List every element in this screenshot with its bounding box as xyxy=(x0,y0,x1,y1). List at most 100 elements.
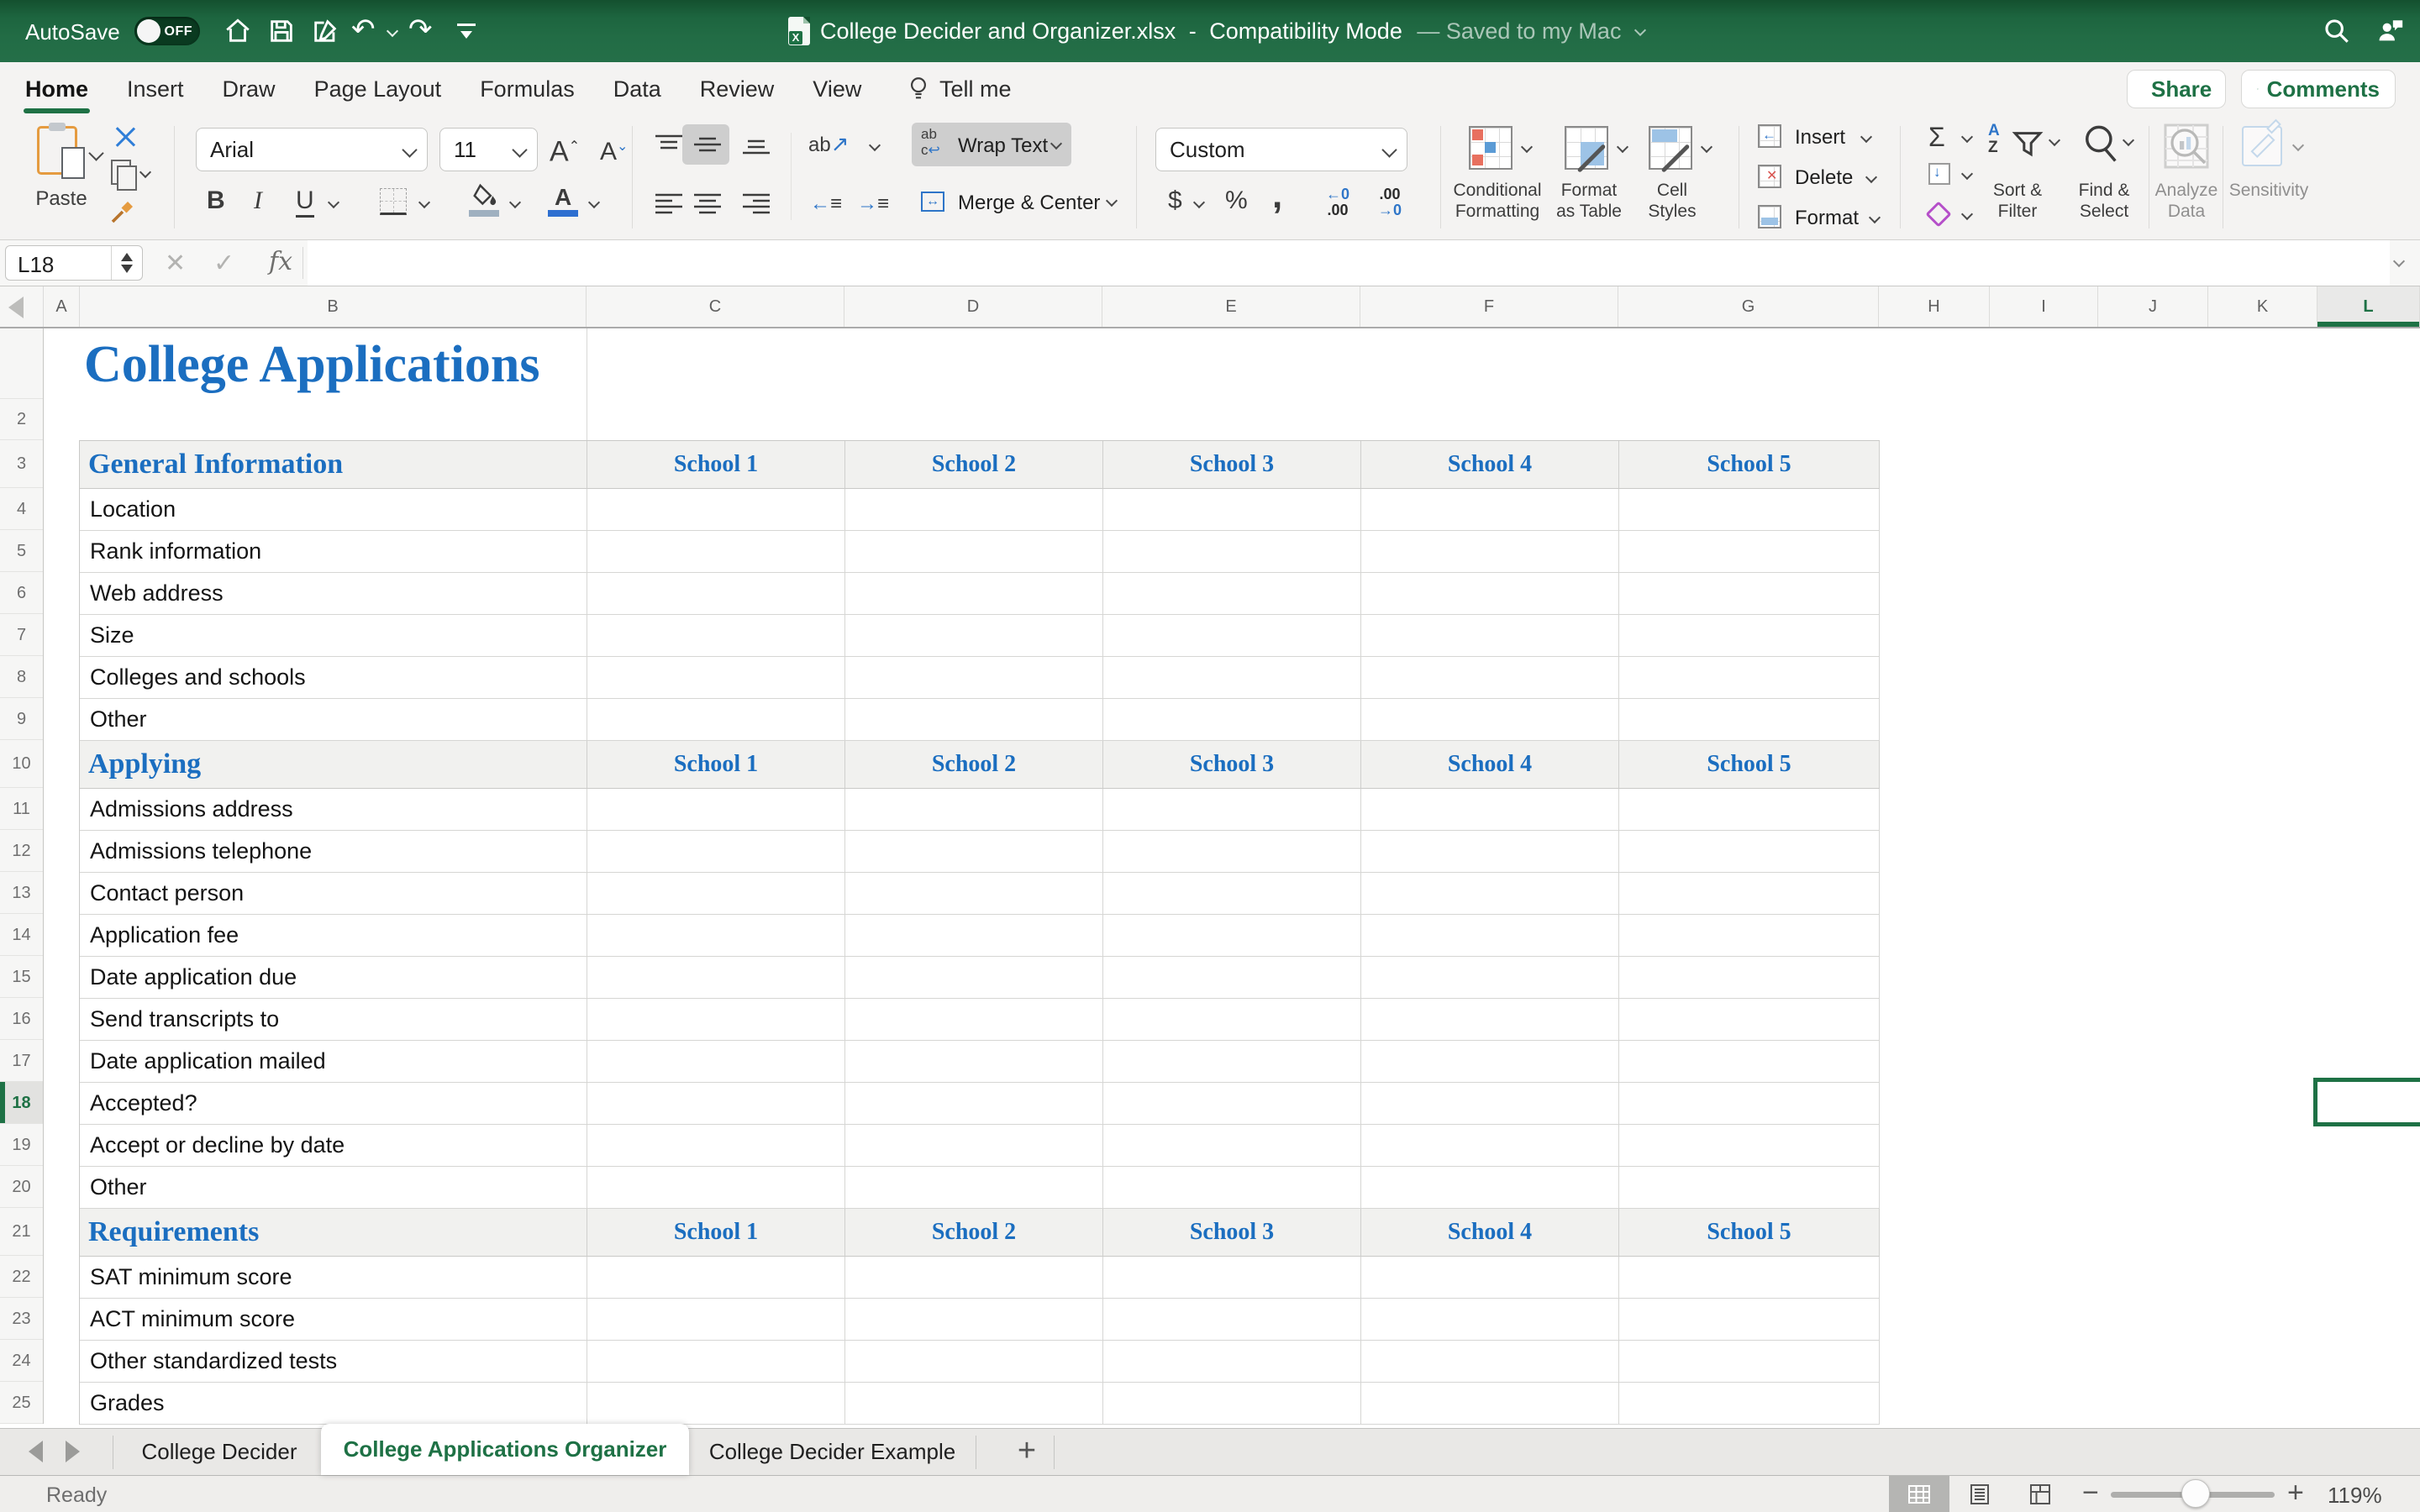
data-cell[interactable] xyxy=(1361,1383,1619,1425)
row-header-7[interactable]: 7 xyxy=(0,614,43,656)
data-cell[interactable] xyxy=(1619,1341,1880,1383)
tab-data[interactable]: Data xyxy=(613,76,661,102)
row-label[interactable]: Date application mailed xyxy=(80,1041,587,1083)
data-cell[interactable] xyxy=(1619,1257,1880,1299)
align-right-icon[interactable] xyxy=(741,192,771,215)
column-header-E[interactable]: E xyxy=(1102,286,1360,327)
row-header-18[interactable]: 18 xyxy=(0,1082,43,1124)
column-header-K[interactable]: K xyxy=(2208,286,2317,327)
delete-cells-label[interactable]: Delete xyxy=(1795,166,1853,190)
row-label[interactable]: Colleges and schools xyxy=(80,657,587,699)
data-cell[interactable] xyxy=(845,1167,1103,1209)
data-cell[interactable] xyxy=(845,1257,1103,1299)
column-header-C[interactable]: C xyxy=(587,286,844,327)
autosum-icon[interactable]: Σ xyxy=(1928,123,1945,151)
row-label[interactable]: Send transcripts to xyxy=(80,999,587,1041)
data-cell[interactable] xyxy=(1619,957,1880,999)
copy-icon[interactable] xyxy=(111,160,137,191)
data-cell[interactable] xyxy=(845,657,1103,699)
data-cell[interactable] xyxy=(1103,657,1361,699)
paste-dropdown-icon[interactable] xyxy=(88,145,104,161)
comments-button[interactable]: Comments xyxy=(2241,70,2396,108)
row-label[interactable]: Grades xyxy=(80,1383,587,1425)
data-cell[interactable] xyxy=(1619,573,1880,615)
page-break-view-button[interactable] xyxy=(2010,1476,2070,1512)
name-box[interactable]: L18 xyxy=(5,245,143,281)
row-label[interactable]: Other xyxy=(80,699,587,741)
format-painter-icon[interactable] xyxy=(108,197,138,227)
toolbar-overflow-icon[interactable] xyxy=(457,24,476,39)
data-cell[interactable] xyxy=(1103,1041,1361,1083)
sheet-nav-right-icon[interactable] xyxy=(66,1441,80,1462)
data-cell[interactable] xyxy=(587,957,845,999)
data-cell[interactable] xyxy=(845,915,1103,957)
column-header-F[interactable]: F xyxy=(1360,286,1618,327)
font-name-select[interactable]: Arial xyxy=(196,128,428,171)
edit-icon[interactable] xyxy=(311,17,339,45)
underline-button[interactable]: U xyxy=(296,186,314,218)
row-label[interactable]: ACT minimum score xyxy=(80,1299,587,1341)
data-cell[interactable] xyxy=(845,957,1103,999)
data-cell[interactable] xyxy=(587,915,845,957)
data-cell[interactable] xyxy=(1619,1125,1880,1167)
sort-filter-chevron-icon[interactable] xyxy=(2048,134,2061,147)
column-header-L[interactable]: L xyxy=(2317,286,2420,327)
conditional-formatting-chevron-icon[interactable] xyxy=(1520,140,1534,154)
autosum-chevron-icon[interactable] xyxy=(1960,130,1974,144)
tab-page-layout[interactable]: Page Layout xyxy=(314,76,442,102)
row-header-10[interactable]: 10 xyxy=(0,740,43,788)
data-cell[interactable] xyxy=(1361,531,1619,573)
format-cells-label[interactable]: Format xyxy=(1795,207,1859,230)
align-left-icon[interactable] xyxy=(654,192,684,215)
data-cell[interactable] xyxy=(1619,915,1880,957)
delete-cells-icon[interactable]: ✕ xyxy=(1758,165,1781,188)
data-cell[interactable] xyxy=(1619,531,1880,573)
data-cell[interactable] xyxy=(1103,531,1361,573)
italic-button[interactable]: I xyxy=(254,186,262,215)
zoom-slider-knob[interactable] xyxy=(2181,1479,2210,1508)
data-cell[interactable] xyxy=(1361,489,1619,531)
people-icon[interactable] xyxy=(2376,17,2405,45)
data-cell[interactable] xyxy=(1361,1125,1619,1167)
row-header-16[interactable]: 16 xyxy=(0,998,43,1040)
data-cell[interactable] xyxy=(587,1383,845,1425)
row-header-14[interactable]: 14 xyxy=(0,914,43,956)
format-as-table-icon[interactable] xyxy=(1565,126,1608,173)
row-header-24[interactable]: 24 xyxy=(0,1340,43,1382)
increase-indent-icon[interactable]: →≡ xyxy=(857,190,889,218)
data-cell[interactable] xyxy=(1103,699,1361,741)
data-cell[interactable] xyxy=(1619,1167,1880,1209)
data-cell[interactable] xyxy=(587,999,845,1041)
data-cell[interactable] xyxy=(1103,573,1361,615)
column-header-G[interactable]: G xyxy=(1618,286,1879,327)
format-cells-icon[interactable] xyxy=(1758,205,1781,228)
data-cell[interactable] xyxy=(587,1257,845,1299)
sensitivity-label[interactable]: Sensitivity xyxy=(2225,180,2312,201)
percent-icon[interactable]: % xyxy=(1225,186,1248,215)
data-cell[interactable] xyxy=(1103,1083,1361,1125)
row-label[interactable]: Accept or decline by date xyxy=(80,1125,587,1167)
data-cell[interactable] xyxy=(845,615,1103,657)
saved-status[interactable]: — Saved to my Mac xyxy=(1408,18,1621,44)
row-header-15[interactable]: 15 xyxy=(0,956,43,998)
sheet-tab-college-decider[interactable]: College Decider xyxy=(118,1429,321,1475)
data-cell[interactable] xyxy=(845,999,1103,1041)
data-cell[interactable] xyxy=(1361,957,1619,999)
font-color-icon[interactable]: A xyxy=(555,183,571,212)
data-cell[interactable] xyxy=(1619,831,1880,873)
data-cell[interactable] xyxy=(845,1041,1103,1083)
search-icon[interactable] xyxy=(2323,17,2351,45)
tab-draw[interactable]: Draw xyxy=(223,76,276,102)
currency-icon[interactable]: $ xyxy=(1168,186,1182,215)
data-cell[interactable] xyxy=(845,489,1103,531)
row-header-17[interactable]: 17 xyxy=(0,1040,43,1082)
data-cell[interactable] xyxy=(1103,1167,1361,1209)
tab-formulas[interactable]: Formulas xyxy=(480,76,575,102)
insert-cells-icon[interactable]: ← xyxy=(1758,124,1781,148)
wrap-text-label[interactable]: Wrap Text xyxy=(958,134,1048,158)
data-cell[interactable] xyxy=(845,573,1103,615)
share-button[interactable]: Share xyxy=(2127,70,2226,108)
row-header-2[interactable]: 2 xyxy=(0,399,43,440)
data-cell[interactable] xyxy=(587,1125,845,1167)
row-label[interactable]: Size xyxy=(80,615,587,657)
